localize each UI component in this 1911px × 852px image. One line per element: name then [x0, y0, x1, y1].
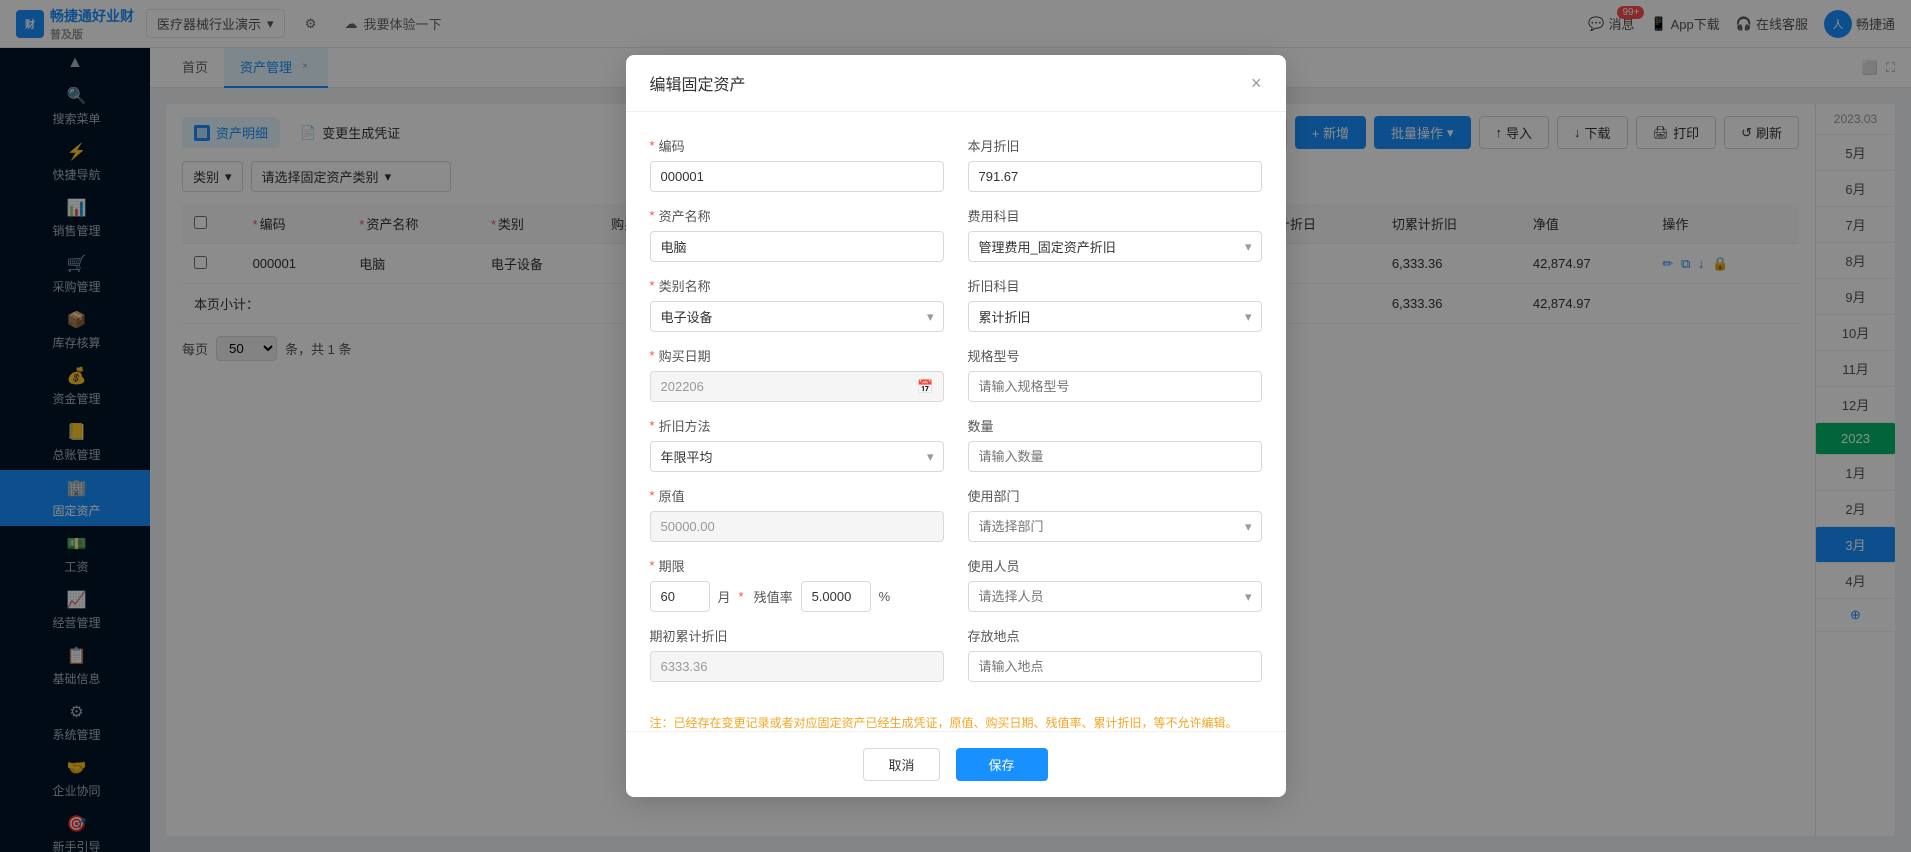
form-row-spec-model: 规格型号	[968, 346, 1262, 402]
use-person-wrapper	[968, 581, 1262, 612]
use-person-select[interactable]	[968, 581, 1262, 612]
period-label: * 期限	[650, 556, 944, 575]
spec-model-label: 规格型号	[968, 346, 1262, 365]
monthly-dep-input[interactable]	[968, 161, 1262, 192]
form-row-buy-date: * 购买日期 📅	[650, 346, 944, 402]
spec-model-input[interactable]	[968, 371, 1262, 402]
category-select-wrapper	[650, 301, 944, 332]
form-row-use-person: 使用人员	[968, 556, 1262, 612]
use-dept-label: 使用部门	[968, 486, 1262, 505]
period-input[interactable]	[650, 581, 710, 612]
left-column: * 编码 * 资产名称	[650, 136, 944, 682]
modal-close-button[interactable]: ×	[1251, 73, 1262, 94]
period-unit: 月	[718, 587, 731, 606]
app-container: 财 畅捷通好业财 普及版 医疗器械行业演示 ▾ ⚙ ☁ 我要体验一下 💬 消息 …	[0, 0, 1911, 852]
form-row-period: * 期限 月 * 残值率 %	[650, 556, 944, 612]
form-row-code: * 编码	[650, 136, 944, 192]
initial-accumulated-label: 期初累计折旧	[650, 626, 944, 645]
form-row-expense-subject: 费用科目	[968, 206, 1262, 262]
buy-date-wrapper: 📅	[650, 371, 944, 402]
dep-method-label: * 折旧方法	[650, 416, 944, 435]
quantity-label: 数量	[968, 416, 1262, 435]
category-select[interactable]	[650, 301, 944, 332]
modal-form: * 编码 * 资产名称	[650, 136, 1262, 682]
category-label: * 类别名称	[650, 276, 944, 295]
code-label: * 编码	[650, 136, 944, 155]
initial-accumulated-input[interactable]	[650, 651, 944, 682]
use-dept-select[interactable]	[968, 511, 1262, 542]
form-row-dep-method: * 折旧方法	[650, 416, 944, 472]
modal-note: 注：已经存在变更记录或者对应固定资产已经生成凭证，原值、购买日期、残值率、累计折…	[626, 714, 1286, 731]
modal-footer: 取消 保存	[626, 731, 1286, 797]
storage-label: 存放地点	[968, 626, 1262, 645]
asset-name-label: * 资产名称	[650, 206, 944, 225]
use-dept-wrapper	[968, 511, 1262, 542]
quantity-input[interactable]	[968, 441, 1262, 472]
use-person-label: 使用人员	[968, 556, 1262, 575]
residual-rate-input[interactable]	[801, 581, 871, 612]
buy-date-label: * 购买日期	[650, 346, 944, 365]
expense-subject-select[interactable]	[968, 231, 1262, 262]
form-row-initial-accumulated: 期初累计折旧	[650, 626, 944, 682]
residual-rate-label: 残值率	[754, 587, 793, 606]
expense-subject-label: 费用科目	[968, 206, 1262, 225]
cancel-button[interactable]: 取消	[863, 748, 939, 781]
form-row-category: * 类别名称	[650, 276, 944, 332]
form-row-dep-subject: 折旧科目	[968, 276, 1262, 332]
modal-header: 编辑固定资产 ×	[626, 55, 1286, 112]
note-text: 注：已经存在变更记录或者对应固定资产已经生成凭证，原值、购买日期、残值率、累计折…	[650, 716, 1238, 730]
code-input[interactable]	[650, 161, 944, 192]
percent-sign: %	[879, 589, 891, 604]
right-column: 本月折旧 费用科目	[968, 136, 1262, 682]
modal-body: * 编码 * 资产名称	[626, 112, 1286, 706]
dep-method-wrapper	[650, 441, 944, 472]
form-row-storage: 存放地点	[968, 626, 1262, 682]
dep-subject-wrapper	[968, 301, 1262, 332]
form-row-asset-name: * 资产名称	[650, 206, 944, 262]
storage-input[interactable]	[968, 651, 1262, 682]
form-row-quantity: 数量	[968, 416, 1262, 472]
asset-name-input[interactable]	[650, 231, 944, 262]
modal-title: 编辑固定资产	[650, 71, 746, 95]
original-value-label: * 原值	[650, 486, 944, 505]
modal-overlay: 编辑固定资产 × * 编码	[0, 0, 1911, 852]
save-button[interactable]: 保存	[956, 748, 1048, 781]
form-row-original-value: * 原值	[650, 486, 944, 542]
edit-asset-modal: 编辑固定资产 × * 编码	[626, 55, 1286, 797]
buy-date-input[interactable]	[650, 371, 944, 402]
dep-subject-label: 折旧科目	[968, 276, 1262, 295]
dep-method-select[interactable]	[650, 441, 944, 472]
original-value-input[interactable]	[650, 511, 944, 542]
period-residual-wrapper: 月 * 残值率 %	[650, 581, 944, 612]
dep-subject-select[interactable]	[968, 301, 1262, 332]
calendar-icon[interactable]: 📅	[917, 379, 933, 395]
form-row-monthly-dep: 本月折旧	[968, 136, 1262, 192]
expense-subject-wrapper	[968, 231, 1262, 262]
monthly-dep-label: 本月折旧	[968, 136, 1262, 155]
form-row-use-dept: 使用部门	[968, 486, 1262, 542]
